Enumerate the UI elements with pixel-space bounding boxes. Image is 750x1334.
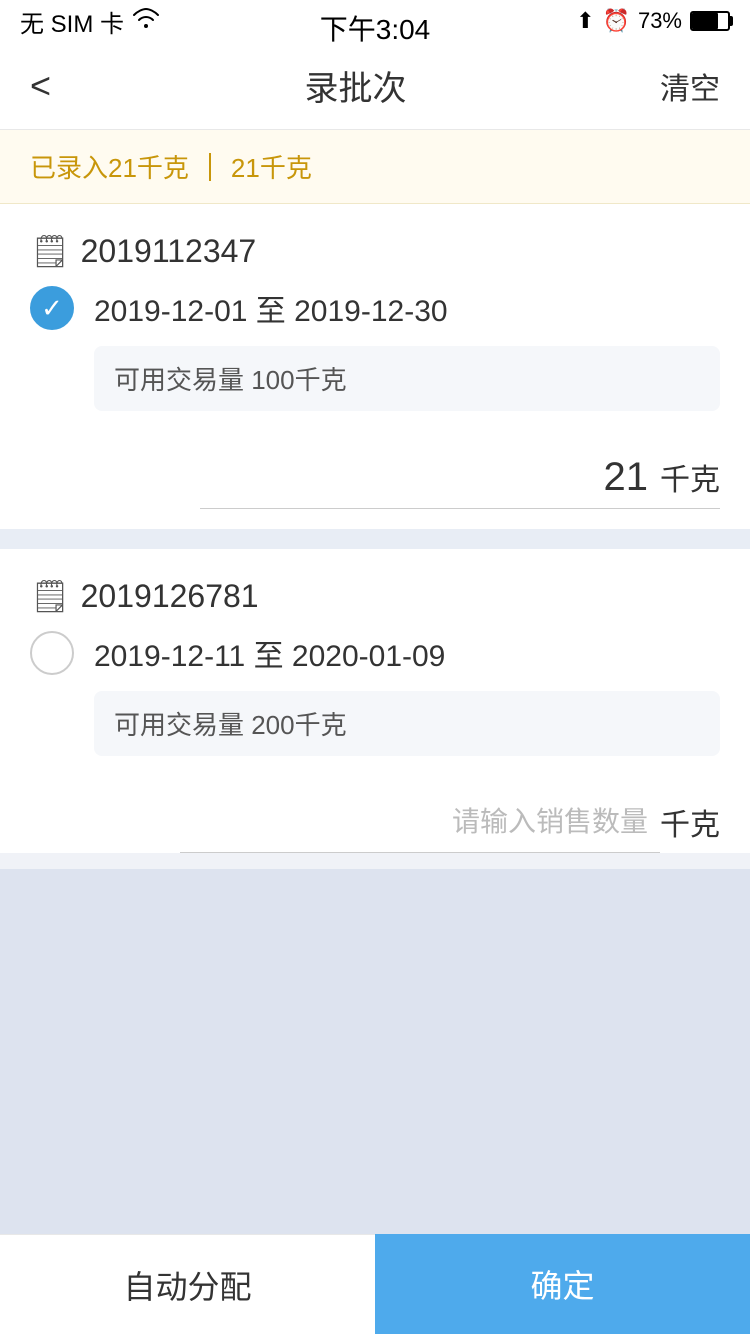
info-divider	[209, 153, 211, 181]
info-banner: 已录入21千克 21千克	[0, 130, 750, 204]
batch1-row: 2019-12-01 至 2019-12-30	[30, 286, 720, 330]
batch1-amount-value: 21	[604, 455, 649, 500]
confirm-button[interactable]: 确定	[375, 1234, 750, 1334]
batch2-input-wrapper: 千克	[0, 784, 750, 853]
status-bar: 无 SIM 卡 下午3:04 ⬆ ⏰ 73%	[0, 0, 750, 42]
total-amount: 21千克	[231, 148, 312, 185]
batch2-input-unit: 千克	[660, 800, 720, 844]
batch2-underline	[180, 852, 660, 853]
recorded-amount: 已录入21千克	[30, 148, 189, 185]
batch1-id: 2019112347	[81, 233, 257, 270]
page-title: 录批次	[305, 61, 407, 110]
status-left: 无 SIM 卡	[20, 4, 160, 39]
batch-item-1: 🗒 2019112347 2019-12-01 至 2019-12-30 可用交…	[0, 204, 750, 439]
batch2-header: 🗒 2019126781	[30, 577, 720, 615]
batch1-header: 🗒 2019112347	[30, 232, 720, 270]
batch1-icon: 🗒	[30, 232, 71, 270]
batch2-radio[interactable]	[30, 631, 74, 675]
battery-percentage: 73%	[638, 8, 682, 34]
batch2-date: 2019-12-11 至 2020-01-09	[94, 631, 445, 675]
back-button[interactable]: <	[30, 65, 51, 107]
batch1-amount-wrapper: 21 千克	[0, 439, 750, 529]
batch2-input-inner[interactable]: 千克	[0, 784, 750, 852]
alarm-icon: ⏰	[603, 8, 630, 34]
batch1-amount-inner: 21 千克	[0, 439, 750, 508]
batch2-row: 2019-12-11 至 2020-01-09	[30, 631, 720, 675]
batch1-date: 2019-12-01 至 2019-12-30	[94, 286, 448, 330]
batch2-id: 2019126781	[81, 578, 259, 615]
batch-item-2: 🗒 2019126781 2019-12-11 至 2020-01-09 可用交…	[0, 549, 750, 784]
battery-bar	[690, 11, 730, 31]
clear-button[interactable]: 清空	[660, 64, 720, 108]
batch1-amount-unit: 千克	[660, 455, 720, 499]
time-display: 下午3:04	[320, 8, 431, 48]
status-right: ⬆ ⏰ 73%	[576, 8, 730, 34]
bottom-bar: 自动分配 确定	[0, 1234, 750, 1334]
section-separator-1	[0, 529, 750, 549]
auto-distribute-button[interactable]: 自动分配	[0, 1234, 375, 1334]
nav-bar: < 录批次 清空	[0, 42, 750, 130]
batch1-avail: 可用交易量 100千克	[94, 346, 720, 411]
batch1-radio[interactable]	[30, 286, 74, 330]
quantity-input[interactable]	[30, 805, 648, 839]
batch2-icon: 🗒	[30, 577, 71, 615]
batch2-avail: 可用交易量 200千克	[94, 691, 720, 756]
location-icon: ⬆	[576, 8, 594, 34]
carrier-label: 无 SIM 卡	[20, 4, 124, 39]
wifi-icon	[132, 7, 160, 35]
batch1-underline	[200, 508, 720, 509]
